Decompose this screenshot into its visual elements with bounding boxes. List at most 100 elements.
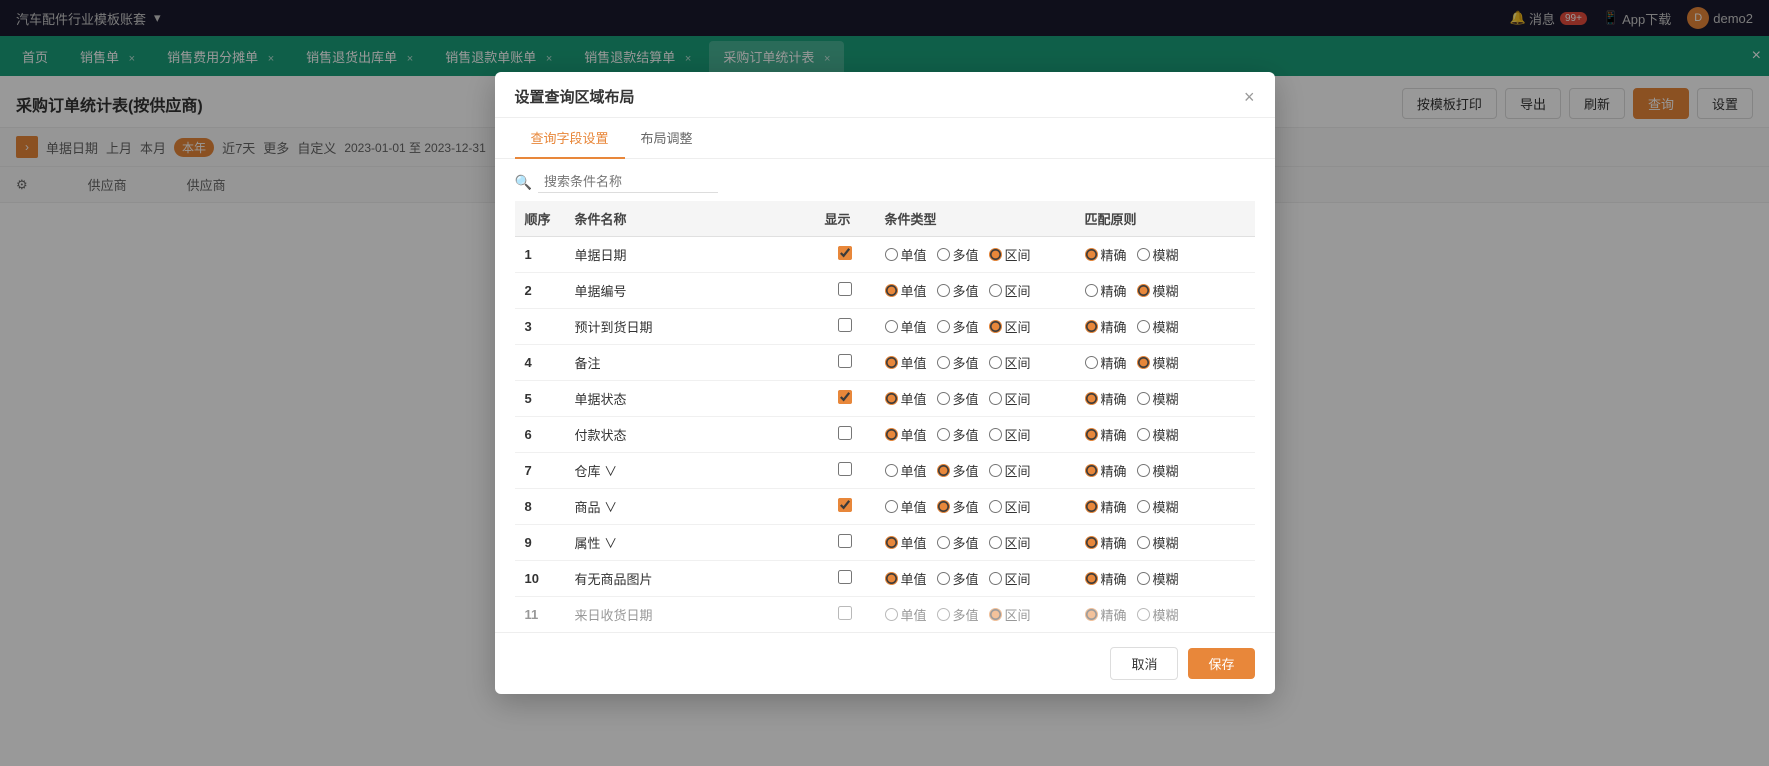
modal-tab-layout[interactable]: 布局调整: [625, 118, 709, 159]
radio-type-单值[interactable]: 单值: [885, 461, 927, 480]
row-match-cell: 精确模糊: [1075, 417, 1255, 453]
radio-type-单值[interactable]: 单值: [885, 569, 927, 588]
modal-close-button[interactable]: ×: [1244, 88, 1255, 106]
radio-type-多值[interactable]: 多值: [937, 569, 979, 588]
radio-match-精确[interactable]: 精确: [1085, 353, 1127, 372]
radio-type-区间[interactable]: 区间: [989, 425, 1031, 444]
row-match-cell: 精确模糊: [1075, 453, 1255, 489]
radio-match-精确[interactable]: 精确: [1085, 317, 1127, 336]
radio-match-模糊[interactable]: 模糊: [1137, 605, 1179, 624]
row-name: 来日收货日期: [565, 597, 815, 633]
radio-type-多值[interactable]: 多值: [937, 317, 979, 336]
row-display-checkbox[interactable]: [838, 282, 852, 296]
row-display-checkbox[interactable]: [838, 606, 852, 620]
radio-match-精确[interactable]: 精确: [1085, 461, 1127, 480]
radio-type-单值[interactable]: 单值: [885, 497, 927, 516]
radio-type-单值[interactable]: 单值: [885, 353, 927, 372]
table-row: 3预计到货日期单值多值区间精确模糊: [515, 309, 1255, 345]
radio-type-区间[interactable]: 区间: [989, 569, 1031, 588]
radio-type-区间[interactable]: 区间: [989, 605, 1031, 624]
table-row: 6付款状态单值多值区间精确模糊: [515, 417, 1255, 453]
radio-match-模糊[interactable]: 模糊: [1137, 281, 1179, 300]
row-match-cell: 精确模糊: [1075, 489, 1255, 525]
cancel-button[interactable]: 取消: [1110, 647, 1178, 680]
row-type-cell: 单值多值区间: [875, 417, 1075, 453]
row-name: 商品 ∨: [565, 489, 815, 525]
radio-type-多值[interactable]: 多值: [937, 245, 979, 264]
radio-type-单值[interactable]: 单值: [885, 245, 927, 264]
table-row: 10有无商品图片单值多值区间精确模糊: [515, 561, 1255, 597]
radio-type-区间[interactable]: 区间: [989, 497, 1031, 516]
radio-match-模糊[interactable]: 模糊: [1137, 533, 1179, 552]
modal-title: 设置查询区域布局: [515, 86, 635, 107]
radio-match-模糊[interactable]: 模糊: [1137, 245, 1179, 264]
row-display-checkbox[interactable]: [838, 534, 852, 548]
radio-match-精确[interactable]: 精确: [1085, 281, 1127, 300]
radio-type-多值[interactable]: 多值: [937, 605, 979, 624]
radio-type-区间[interactable]: 区间: [989, 353, 1031, 372]
radio-match-模糊[interactable]: 模糊: [1137, 389, 1179, 408]
radio-type-区间[interactable]: 区间: [989, 317, 1031, 336]
row-match-cell: 精确模糊: [1075, 345, 1255, 381]
row-order: 2: [515, 273, 565, 309]
radio-type-单值[interactable]: 单值: [885, 389, 927, 408]
th-name: 条件名称: [565, 201, 815, 237]
row-display-checkbox[interactable]: [838, 426, 852, 440]
search-input[interactable]: [538, 171, 718, 193]
th-display: 显示: [815, 201, 875, 237]
radio-type-多值[interactable]: 多值: [937, 353, 979, 372]
radio-match-精确[interactable]: 精确: [1085, 389, 1127, 408]
radio-type-多值[interactable]: 多值: [937, 497, 979, 516]
radio-match-模糊[interactable]: 模糊: [1137, 353, 1179, 372]
radio-match-模糊[interactable]: 模糊: [1137, 317, 1179, 336]
row-type-cell: 单值多值区间: [875, 237, 1075, 273]
row-display-checkbox[interactable]: [838, 390, 852, 404]
radio-type-区间[interactable]: 区间: [989, 245, 1031, 264]
radio-match-模糊[interactable]: 模糊: [1137, 569, 1179, 588]
radio-match-精确[interactable]: 精确: [1085, 425, 1127, 444]
radio-type-区间[interactable]: 区间: [989, 461, 1031, 480]
radio-match-模糊[interactable]: 模糊: [1137, 497, 1179, 516]
radio-match-精确[interactable]: 精确: [1085, 245, 1127, 264]
th-type: 条件类型: [875, 201, 1075, 237]
row-name: 付款状态: [565, 417, 815, 453]
table-row: 2单据编号单值多值区间精确模糊: [515, 273, 1255, 309]
row-type-cell: 单值多值区间: [875, 525, 1075, 561]
radio-type-区间[interactable]: 区间: [989, 281, 1031, 300]
radio-match-精确[interactable]: 精确: [1085, 497, 1127, 516]
radio-type-单值[interactable]: 单值: [885, 281, 927, 300]
radio-type-多值[interactable]: 多值: [937, 461, 979, 480]
row-display-checkbox[interactable]: [838, 570, 852, 584]
row-display-checkbox[interactable]: [838, 318, 852, 332]
radio-match-精确[interactable]: 精确: [1085, 569, 1127, 588]
table-row: 9属性 ∨单值多值区间精确模糊: [515, 525, 1255, 561]
table-header-row: 顺序 条件名称 显示 条件类型 匹配原则: [515, 201, 1255, 237]
radio-match-精确[interactable]: 精确: [1085, 533, 1127, 552]
row-display-checkbox[interactable]: [838, 462, 852, 476]
row-display-cell: [815, 597, 875, 633]
save-button[interactable]: 保存: [1188, 648, 1254, 679]
radio-type-单值[interactable]: 单值: [885, 425, 927, 444]
modal-tab-query[interactable]: 查询字段设置: [515, 118, 625, 159]
row-type-cell: 单值多值区间: [875, 381, 1075, 417]
row-type-cell: 单值多值区间: [875, 489, 1075, 525]
row-order: 1: [515, 237, 565, 273]
radio-match-精确[interactable]: 精确: [1085, 605, 1127, 624]
radio-type-多值[interactable]: 多值: [937, 533, 979, 552]
radio-match-模糊[interactable]: 模糊: [1137, 461, 1179, 480]
radio-type-单值[interactable]: 单值: [885, 317, 927, 336]
radio-type-区间[interactable]: 区间: [989, 533, 1031, 552]
radio-type-区间[interactable]: 区间: [989, 389, 1031, 408]
radio-type-多值[interactable]: 多值: [937, 425, 979, 444]
row-order: 10: [515, 561, 565, 597]
radio-match-模糊[interactable]: 模糊: [1137, 425, 1179, 444]
table-row: 5单据状态单值多值区间精确模糊: [515, 381, 1255, 417]
radio-type-单值[interactable]: 单值: [885, 605, 927, 624]
radio-type-多值[interactable]: 多值: [937, 281, 979, 300]
row-display-checkbox[interactable]: [838, 354, 852, 368]
row-display-checkbox[interactable]: [838, 246, 852, 260]
radio-type-单值[interactable]: 单值: [885, 533, 927, 552]
radio-type-多值[interactable]: 多值: [937, 389, 979, 408]
row-display-checkbox[interactable]: [838, 498, 852, 512]
row-display-cell: [815, 489, 875, 525]
